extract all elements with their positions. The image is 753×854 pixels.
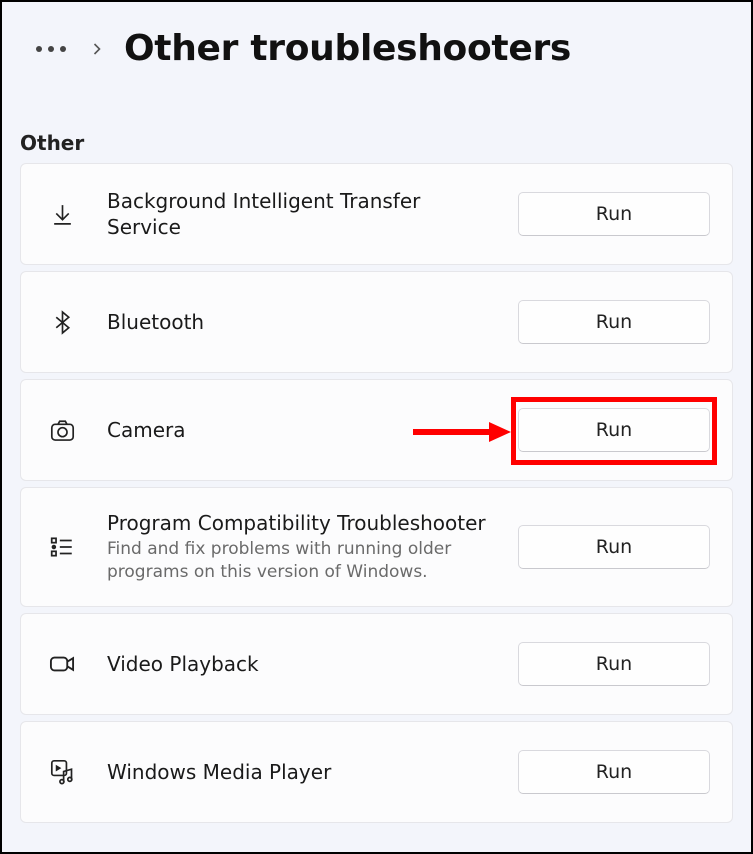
- run-button[interactable]: Run: [518, 642, 710, 686]
- item-description: Find and fix problems with running older…: [107, 538, 488, 584]
- list-item: Bluetooth Run: [20, 271, 733, 373]
- run-button[interactable]: Run: [518, 408, 710, 452]
- video-icon: [47, 649, 77, 679]
- download-icon: [47, 199, 77, 229]
- item-title: Windows Media Player: [107, 759, 488, 785]
- section-label: Other: [2, 81, 751, 163]
- item-title: Bluetooth: [107, 309, 488, 335]
- list-item: Background Intelligent Transfer Service …: [20, 163, 733, 265]
- camera-icon: [47, 415, 77, 445]
- run-button[interactable]: Run: [518, 525, 710, 569]
- troubleshooter-list: Background Intelligent Transfer Service …: [2, 163, 751, 823]
- run-button[interactable]: Run: [518, 192, 710, 236]
- settings-window: Other troubleshooters Other Background I…: [0, 0, 753, 854]
- chevron-right-icon: [90, 42, 104, 56]
- list-item: Video Playback Run: [20, 613, 733, 715]
- list-icon: [47, 532, 77, 562]
- list-item: Windows Media Player Run: [20, 721, 733, 823]
- item-title: Program Compatibility Troubleshooter: [107, 510, 488, 536]
- bluetooth-icon: [47, 307, 77, 337]
- breadcrumb: Other troubleshooters: [2, 2, 751, 81]
- item-title: Background Intelligent Transfer Service: [107, 188, 488, 240]
- page-title: Other troubleshooters: [124, 28, 571, 69]
- media-icon: [47, 757, 77, 787]
- item-title: Camera: [107, 417, 488, 443]
- item-title: Video Playback: [107, 651, 488, 677]
- run-button[interactable]: Run: [518, 300, 710, 344]
- run-button[interactable]: Run: [518, 750, 710, 794]
- breadcrumb-more-icon[interactable]: [32, 42, 70, 56]
- list-item: Camera Run: [20, 379, 733, 481]
- list-item: Program Compatibility Troubleshooter Fin…: [20, 487, 733, 607]
